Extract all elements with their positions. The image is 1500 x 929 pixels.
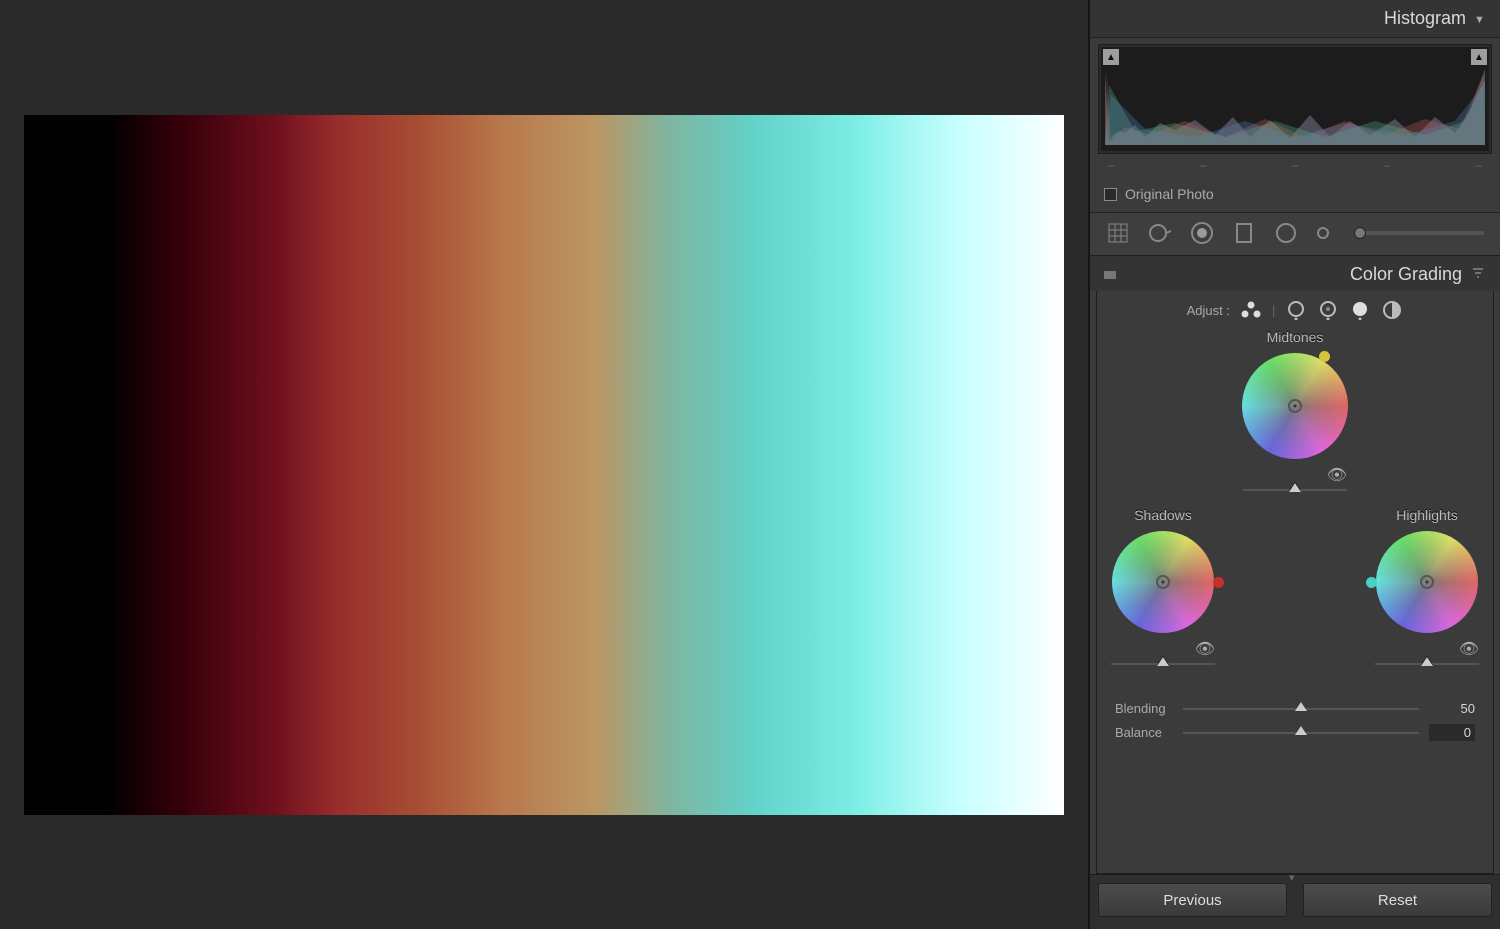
wheel-center-icon[interactable] — [1420, 575, 1434, 589]
blending-row: Blending 50 — [1107, 697, 1483, 720]
canvas-area — [0, 0, 1088, 929]
shadows-sample-dot[interactable] — [1213, 577, 1224, 588]
tick: – — [1383, 158, 1390, 172]
adjust-mode-row: Adjust : | — [1107, 295, 1483, 329]
adjust-label: Adjust : — [1187, 303, 1230, 318]
blending-value[interactable]: 50 — [1429, 701, 1475, 716]
masking-tool-icon[interactable] — [1232, 221, 1256, 245]
slider-thumb[interactable] — [1289, 483, 1301, 492]
color-grading-body: Adjust : | Midto — [1096, 291, 1494, 874]
highlight-clip-indicator[interactable]: ▲ — [1471, 49, 1487, 65]
histogram-graph — [1105, 65, 1485, 145]
spot-removal-tool-icon[interactable] — [1148, 221, 1172, 245]
previous-button[interactable]: Previous — [1098, 883, 1287, 917]
highlights-color-wheel[interactable] — [1376, 531, 1478, 633]
midtones-luminance-slider[interactable] — [1243, 489, 1347, 491]
tick: – — [1475, 158, 1482, 172]
tick: – — [1108, 158, 1115, 172]
slider-thumb[interactable] — [1295, 702, 1307, 711]
histogram-panel-header[interactable]: Histogram — [1090, 0, 1500, 38]
adjust-midtones-icon[interactable] — [1317, 299, 1339, 321]
radial-filter-icon[interactable] — [1316, 226, 1330, 240]
original-photo-checkbox[interactable] — [1104, 188, 1117, 201]
tool-slider-thumb[interactable] — [1354, 227, 1366, 239]
balance-value[interactable]: 0 — [1429, 724, 1475, 741]
slider-thumb[interactable] — [1421, 657, 1433, 666]
tick: – — [1200, 158, 1207, 172]
histogram-zone-ticks: – – – – – — [1090, 154, 1500, 178]
panel-menu-icon[interactable] — [1472, 266, 1486, 284]
panel-footer: Previous Reset — [1090, 874, 1500, 929]
highlights-sample-dot[interactable] — [1366, 577, 1377, 588]
histogram-title: Histogram — [1384, 8, 1466, 29]
balance-label: Balance — [1115, 725, 1173, 740]
tick: – — [1292, 158, 1299, 172]
color-grading-title: Color Grading — [1350, 264, 1462, 285]
crop-tool-icon[interactable] — [1106, 221, 1130, 245]
reset-button[interactable]: Reset — [1303, 883, 1492, 917]
highlights-label: Highlights — [1396, 507, 1457, 523]
wheel-center-icon[interactable] — [1156, 575, 1170, 589]
shadows-block: Shadows 👁 — [1111, 507, 1215, 665]
histogram[interactable]: ▲ ▲ — [1101, 47, 1489, 151]
right-sidebar: Histogram ▲ ▲ – – – – – Original Photo — [1088, 0, 1500, 929]
midtones-sample-dot[interactable] — [1319, 351, 1330, 362]
slider-thumb[interactable] — [1157, 657, 1169, 666]
photo-preview[interactable] — [24, 115, 1064, 815]
highlights-luminance-slider[interactable] — [1375, 663, 1479, 665]
collapse-icon[interactable] — [1474, 10, 1488, 28]
tool-slider[interactable] — [1354, 231, 1484, 235]
balance-slider[interactable] — [1183, 732, 1419, 734]
balance-row: Balance 0 — [1107, 720, 1483, 745]
blending-slider[interactable] — [1183, 708, 1419, 710]
adjust-3way-icon[interactable] — [1240, 299, 1262, 321]
histogram-container: ▲ ▲ — [1098, 44, 1492, 154]
adjust-highlights-icon[interactable] — [1349, 299, 1371, 321]
adjust-global-icon[interactable] — [1381, 299, 1403, 321]
adjust-shadows-icon[interactable] — [1285, 299, 1307, 321]
wheel-center-icon[interactable] — [1288, 399, 1302, 413]
redeye-tool-icon[interactable] — [1190, 221, 1214, 245]
slider-thumb[interactable] — [1295, 726, 1307, 735]
original-photo-label: Original Photo — [1125, 186, 1214, 202]
highlights-block: Highlights 👁 — [1375, 507, 1479, 665]
tool-strip — [1090, 213, 1500, 256]
shadows-visibility-icon[interactable]: 👁 — [1195, 639, 1215, 659]
midtones-visibility-icon[interactable]: 👁 — [1327, 465, 1347, 485]
midtones-label: Midtones — [1267, 329, 1324, 345]
shadows-label: Shadows — [1134, 507, 1192, 523]
shadow-clip-indicator[interactable]: ▲ — [1103, 49, 1119, 65]
original-photo-row[interactable]: Original Photo — [1090, 178, 1500, 213]
shadows-color-wheel[interactable] — [1112, 531, 1214, 633]
graduated-filter-icon[interactable] — [1274, 221, 1298, 245]
panel-enable-switch[interactable] — [1104, 271, 1116, 279]
midtones-block: Midtones 👁 — [1107, 329, 1483, 491]
midtones-color-wheel[interactable] — [1242, 353, 1348, 459]
highlights-visibility-icon[interactable]: 👁 — [1459, 639, 1479, 659]
blending-label: Blending — [1115, 701, 1173, 716]
shadows-luminance-slider[interactable] — [1111, 663, 1215, 665]
color-grading-header[interactable]: Color Grading — [1090, 256, 1500, 291]
